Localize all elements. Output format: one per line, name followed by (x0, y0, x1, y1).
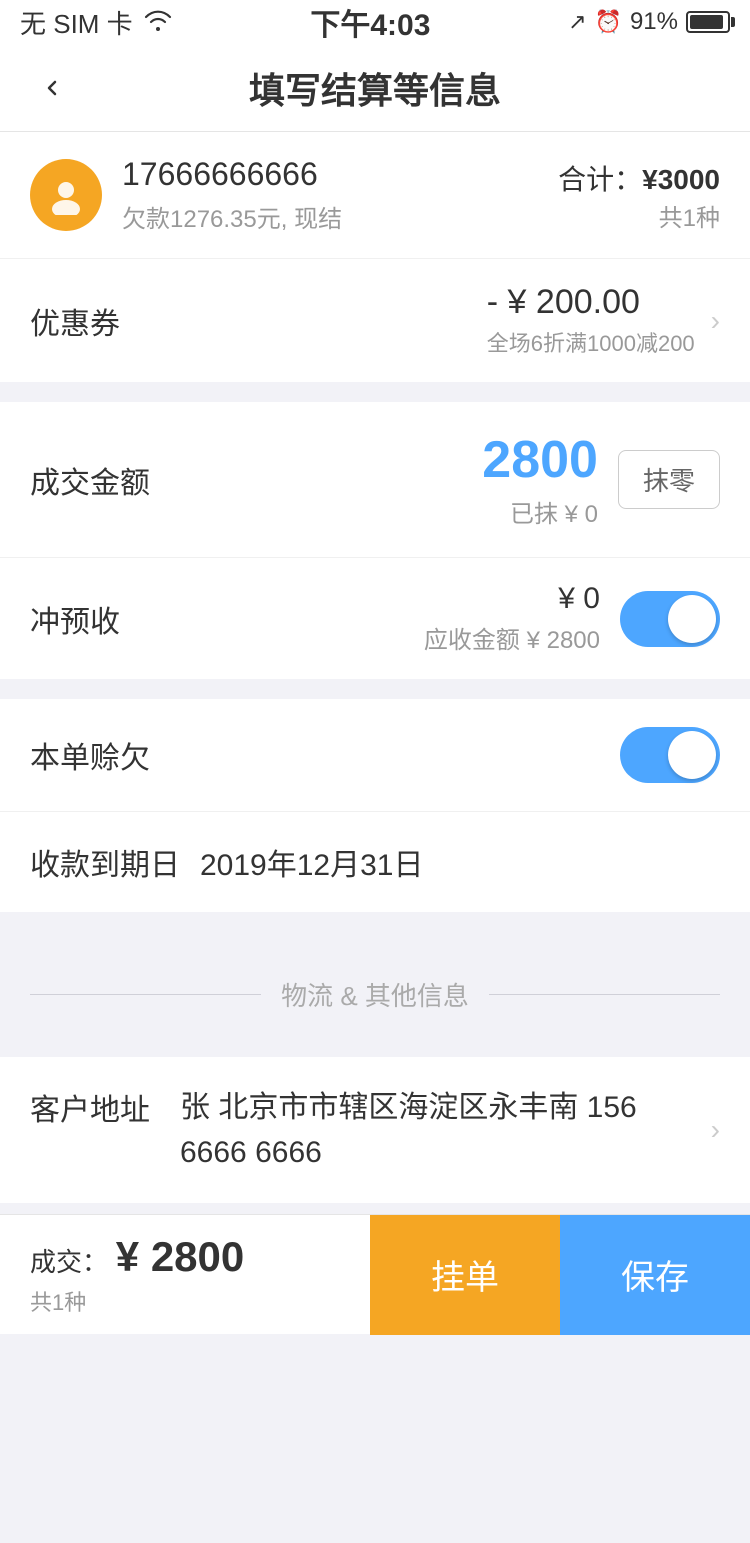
address-section: 客户地址 张 北京市市辖区海淀区永丰南 156 6666 6666 › (0, 1057, 750, 1203)
customer-phone: 17666666666 (122, 156, 342, 193)
customer-right: 合计：¥3000 共1种 (558, 158, 720, 233)
bottom-count: 共1种 (30, 1285, 340, 1317)
receivable-label: 本单赊欠 (30, 733, 150, 777)
address-chevron-icon: › (711, 1114, 720, 1146)
coupon-discount: - ¥ 200.00 (487, 283, 695, 322)
round-button[interactable]: 抹零 (618, 450, 720, 509)
battery-text: 91% (630, 8, 678, 36)
location-icon: ↗ (568, 9, 586, 35)
customer-row: 17666666666 欠款1276.35元, 现结 合计：¥3000 共1种 (0, 132, 750, 258)
amount-sub: 已抹 ¥ 0 (510, 494, 598, 529)
prereceive-row: 冲预收 ¥ 0 应收金额 ¥ 2800 (0, 557, 750, 679)
address-label: 客户地址 (30, 1085, 150, 1129)
customer-left: 17666666666 欠款1276.35元, 现结 (30, 156, 342, 234)
receivable-section: 本单赊欠 收款到期日 2019年12月31日 (0, 699, 750, 912)
bottom-deal-row: 成交： ¥ 2800 (30, 1233, 340, 1281)
prereceive-sub: 应收金额 ¥ 2800 (424, 620, 600, 655)
status-right: ↗ ⏰ 91% (568, 8, 730, 36)
amount-right: 2800 已抹 ¥ 0 抹零 (482, 430, 720, 529)
total-label: 合计：¥3000 (558, 158, 720, 198)
customer-card: 17666666666 欠款1276.35元, 现结 合计：¥3000 共1种 … (0, 132, 750, 382)
prereceive-value-col: ¥ 0 应收金额 ¥ 2800 (424, 582, 600, 655)
receivable-row: 本单赊欠 (0, 699, 750, 811)
alarm-icon: ⏰ (595, 9, 622, 35)
amount-value-col: 2800 已抹 ¥ 0 (482, 430, 598, 529)
bottom-summary: 成交： ¥ 2800 共1种 (0, 1233, 370, 1317)
duedate-row: 收款到期日 2019年12月31日 (0, 811, 750, 912)
bottom-bar: 成交： ¥ 2800 共1种 挂单 保存 (0, 1214, 750, 1334)
save-button[interactable]: 保存 (560, 1215, 750, 1335)
prereceive-label: 冲预收 (30, 597, 120, 641)
amount-value: 2800 (482, 430, 598, 490)
coupon-label: 优惠券 (30, 299, 120, 343)
coupon-chevron-icon: › (711, 305, 720, 337)
amount-section: 成交金额 2800 已抹 ¥ 0 抹零 冲预收 ¥ 0 应收金额 ¥ 2800 (0, 402, 750, 679)
address-value: 张 北京市市辖区海淀区永丰南 156 6666 6666 (180, 1085, 701, 1175)
amount-label: 成交金额 (30, 458, 150, 502)
status-left: 无 SIM 卡 (20, 4, 173, 41)
customer-info: 17666666666 欠款1276.35元, 现结 (122, 156, 342, 234)
receivable-toggle[interactable] (620, 727, 720, 783)
status-bar: 无 SIM 卡 下午4:03 ↗ ⏰ 91% (0, 0, 750, 44)
wifi-icon (143, 7, 173, 38)
divider-line-left (30, 994, 261, 995)
duedate-label: 收款到期日 (30, 840, 180, 884)
avatar (30, 159, 102, 231)
page-title: 填写结算等信息 (74, 62, 676, 114)
back-button[interactable] (30, 66, 74, 110)
amount-row: 成交金额 2800 已抹 ¥ 0 抹零 (0, 402, 750, 557)
carrier-text: 无 SIM 卡 (20, 4, 133, 41)
toggle-knob (668, 595, 716, 643)
prereceive-toggle[interactable] (620, 591, 720, 647)
prereceive-right: ¥ 0 应收金额 ¥ 2800 (424, 582, 720, 655)
bottom-deal-label: 成交： (30, 1247, 108, 1277)
customer-debt: 欠款1276.35元, 现结 (122, 199, 342, 234)
coupon-desc: 全场6折满1000减200 (487, 326, 695, 358)
total-count: 共1种 (558, 198, 720, 233)
pending-button[interactable]: 挂单 (370, 1215, 560, 1335)
nav-bar: 填写结算等信息 (0, 44, 750, 132)
duedate-value: 2019年12月31日 (200, 840, 423, 884)
divider-line-right (489, 994, 720, 995)
battery-icon (686, 11, 730, 33)
status-time: 下午4:03 (310, 0, 430, 44)
bottom-amount: ¥ 2800 (116, 1233, 244, 1280)
divider-label-row: 物流 & 其他信息 (0, 952, 750, 1037)
coupon-info: - ¥ 200.00 全场6折满1000减200 (487, 283, 695, 358)
total-amount: ¥3000 (642, 164, 720, 195)
logistics-divider: 物流 & 其他信息 (0, 932, 750, 1057)
coupon-row[interactable]: 优惠券 - ¥ 200.00 全场6折满1000减200 › (0, 258, 750, 382)
divider-text: 物流 & 其他信息 (261, 976, 489, 1013)
prereceive-amount: ¥ 0 (424, 582, 600, 616)
receivable-toggle-knob (668, 731, 716, 779)
address-row[interactable]: 客户地址 张 北京市市辖区海淀区永丰南 156 6666 6666 › (0, 1057, 750, 1203)
coupon-right: - ¥ 200.00 全场6折满1000减200 › (487, 283, 720, 358)
